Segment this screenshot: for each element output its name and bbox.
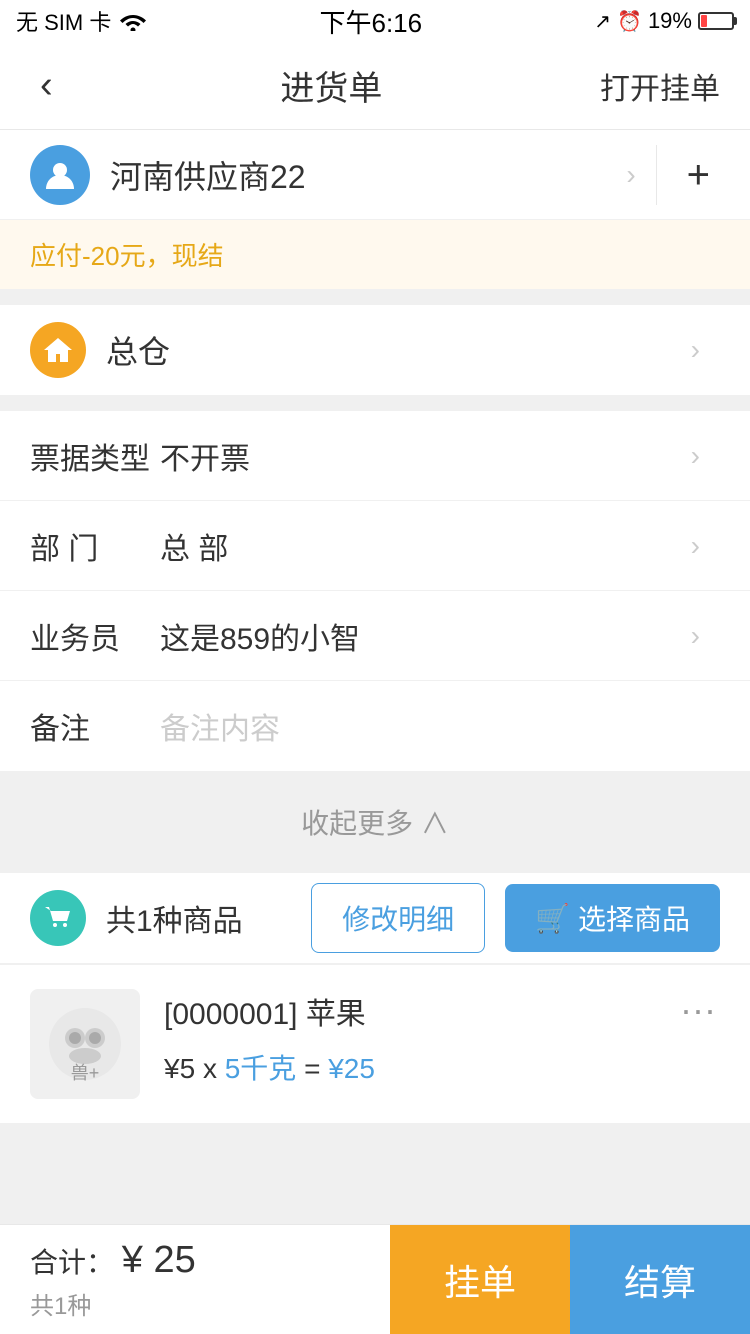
product-info: [0000001] 苹果 ¥5 x 5千克 = ¥25 <box>164 989 652 1087</box>
supplier-section: 河南供应商22 › + 应付-20元，现结 <box>0 130 750 289</box>
department-row[interactable]: 部 门 总 部 › <box>0 501 750 591</box>
hang-order-button[interactable]: 挂单 <box>390 1225 570 1334</box>
remark-label: 备注 <box>30 704 160 748</box>
page-title: 进货单 <box>280 61 382 110</box>
battery-text: 19% <box>648 8 692 34</box>
product-header: 共1种商品 修改明细 🛒 选择商品 <box>0 873 750 963</box>
checkout-button[interactable]: 结算 <box>570 1225 750 1334</box>
collapse-more-button[interactable]: 收起更多 ∧ <box>0 787 750 857</box>
warehouse-section: 总仓 › <box>0 305 750 395</box>
product-image-icon: 兽+ <box>45 1004 125 1084</box>
status-right-icons: ↗ ⏰ 19% <box>594 8 734 34</box>
salesperson-value: 这是859的小智 <box>160 614 691 658</box>
location-icon: ↗ <box>594 9 611 34</box>
product-more-button[interactable]: ··· <box>676 989 720 1031</box>
product-price: ¥5 x 5千克 = ¥25 <box>164 1047 652 1087</box>
invoice-type-chevron: › <box>691 440 700 472</box>
remark-row[interactable]: 备注 备注内容 <box>0 681 750 771</box>
cart-icon <box>43 903 73 933</box>
salesperson-chevron: › <box>691 620 700 652</box>
supplier-avatar <box>30 145 90 205</box>
total-amount-row: 合计： ¥ 25 <box>30 1239 360 1282</box>
select-product-label: 选择商品 <box>578 898 690 938</box>
main-content: 河南供应商22 › + 应付-20元，现结 总仓 › 票据类型 不开票 › 部 … <box>0 130 750 1243</box>
total-section: 合计： ¥ 25 共1种 <box>0 1225 390 1334</box>
chevron-right-icon: › <box>626 159 635 191</box>
department-label: 部 门 <box>30 524 160 568</box>
remark-value: 备注内容 <box>160 704 720 748</box>
battery-icon <box>698 12 734 30</box>
add-supplier-button[interactable]: + <box>656 145 720 205</box>
invoice-type-row[interactable]: 票据类型 不开票 › <box>0 411 750 501</box>
select-product-icon: 🛒 <box>535 902 570 935</box>
supplier-name: 河南供应商22 <box>110 152 626 198</box>
form-section: 票据类型 不开票 › 部 门 总 部 › 业务员 这是859的小智 › 备注 备… <box>0 411 750 771</box>
product-thumbnail: 兽+ <box>30 989 140 1099</box>
total-count: 共1种 <box>30 1286 360 1321</box>
edit-detail-button[interactable]: 修改明细 <box>311 883 485 953</box>
alarm-icon: ⏰ <box>617 9 642 34</box>
product-count: 共1种商品 <box>106 896 291 940</box>
warehouse-row[interactable]: 总仓 › <box>0 305 750 395</box>
select-product-button[interactable]: 🛒 选择商品 <box>505 884 720 952</box>
warehouse-chevron-icon: › <box>691 334 700 366</box>
department-chevron: › <box>691 530 700 562</box>
salesperson-row[interactable]: 业务员 这是859的小智 › <box>0 591 750 681</box>
status-carrier: 无 SIM 卡 <box>16 5 147 37</box>
wifi-icon <box>119 11 147 31</box>
invoice-type-value: 不开票 <box>160 434 691 478</box>
product-name: [0000001] 苹果 <box>164 989 652 1033</box>
invoice-type-label: 票据类型 <box>30 434 160 478</box>
back-button[interactable]: ‹ <box>30 54 63 117</box>
house-icon <box>42 334 74 366</box>
status-bar: 无 SIM 卡 下午6:16 ↗ ⏰ 19% <box>0 0 750 42</box>
svg-text:兽+: 兽+ <box>71 1063 100 1083</box>
open-pending-button[interactable]: 打开挂单 <box>600 64 720 108</box>
warehouse-name: 总仓 <box>106 327 691 373</box>
salesperson-label: 业务员 <box>30 614 160 658</box>
department-value: 总 部 <box>160 524 691 568</box>
user-icon <box>42 157 78 193</box>
total-amount: ¥ 25 <box>122 1239 196 1281</box>
supplier-notice: 应付-20元，现结 <box>0 220 750 289</box>
product-item: 兽+ [0000001] 苹果 ¥5 x 5千克 = ¥25 ··· <box>0 965 750 1123</box>
product-icon <box>30 890 86 946</box>
status-time: 下午6:16 <box>320 3 423 40</box>
nav-bar: ‹ 进货单 打开挂单 <box>0 42 750 130</box>
bottom-bar: 合计： ¥ 25 共1种 挂单 结算 <box>0 1224 750 1334</box>
supplier-row[interactable]: 河南供应商22 › + <box>0 130 750 220</box>
warehouse-icon <box>30 322 86 378</box>
